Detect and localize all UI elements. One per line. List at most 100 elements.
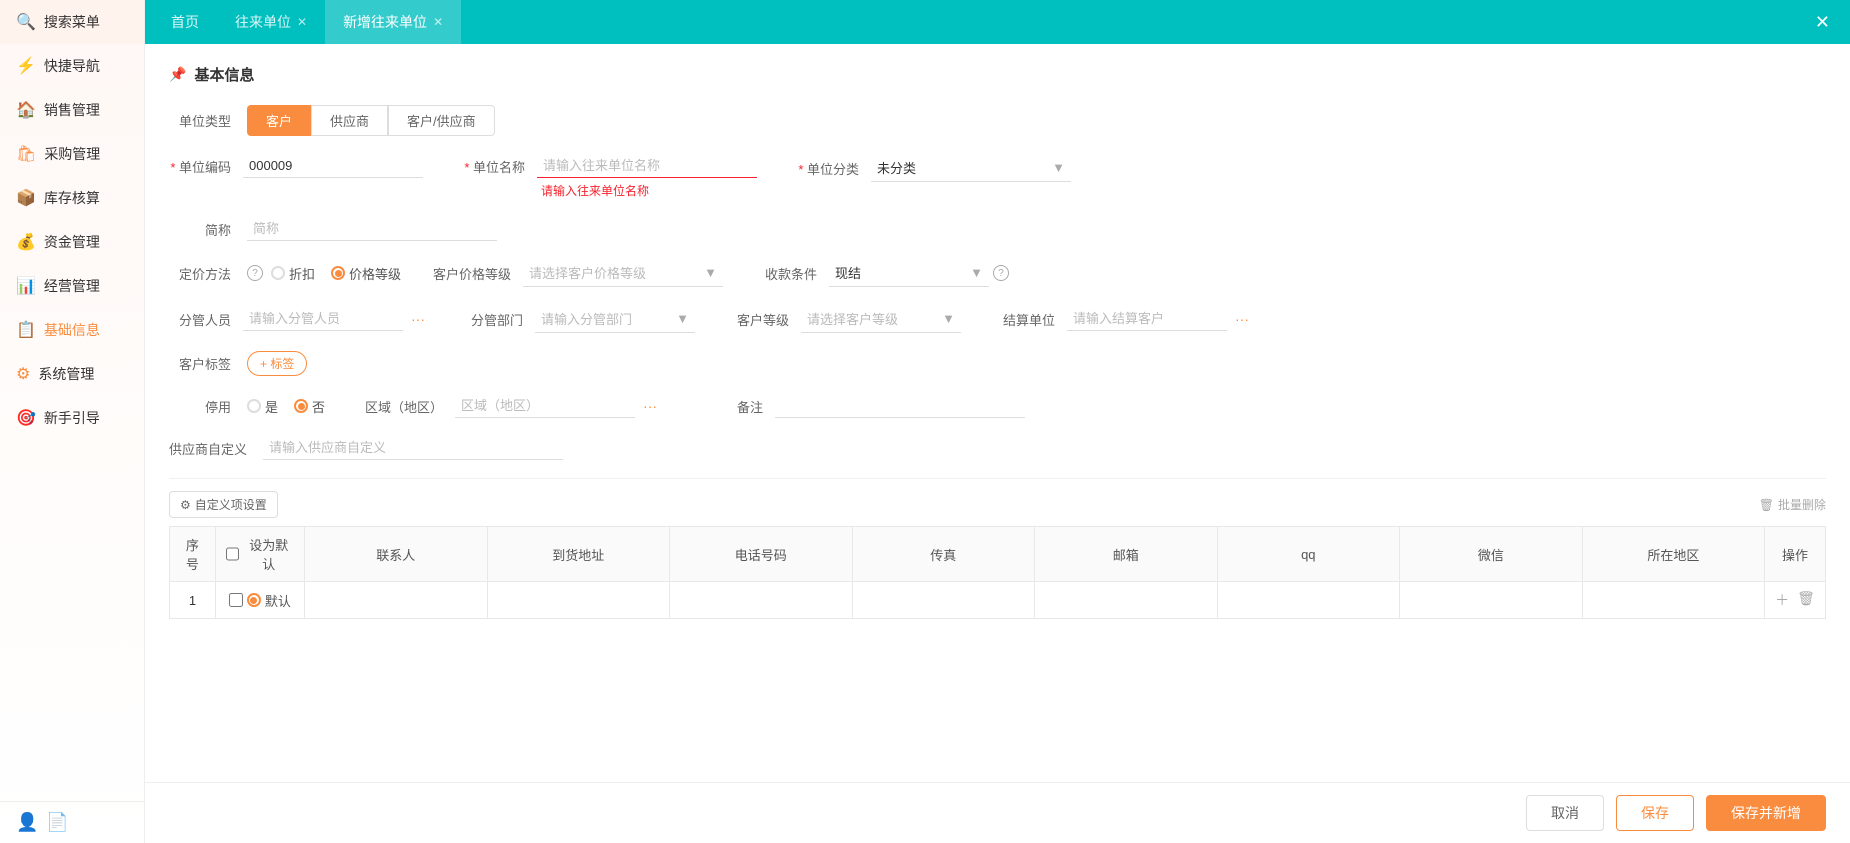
payment-terms-select[interactable]: 现结 ▼ [829,259,989,287]
cell-region[interactable] [1582,582,1765,619]
sidebar-item-finance[interactable]: 💰 资金管理 [0,220,144,264]
sidebar-item-inventory[interactable]: 📦 库存核算 [0,176,144,220]
sidebar-item-system[interactable]: ⚙ 系统管理 [0,352,144,396]
supplier-custom-input[interactable] [263,436,563,460]
sidebar-item-purchase[interactable]: 🛍 采购管理 [0,132,144,176]
cell-email[interactable] [1035,582,1218,619]
cell-wechat[interactable] [1400,582,1583,619]
sidebar: 🔍 搜索菜单 ⚡ 快捷导航 🏠 销售管理 🛍 采购管理 📦 库存核算 💰 资金管… [0,0,145,843]
col-address: 到货地址 [487,527,670,582]
window-close-icon[interactable]: ✕ [1803,12,1842,33]
row-checkbox[interactable] [229,593,243,607]
unit-type-both[interactable]: 客户/供应商 [388,105,495,136]
tab-home[interactable]: 首页 [153,0,217,44]
batch-delete-button[interactable]: 🗑 批量删除 [1759,496,1826,513]
unit-type-customer[interactable]: 客户 [247,105,311,136]
fax-input[interactable] [863,593,1025,608]
price-level-select[interactable]: 请选择客户价格等级 ▼ [523,259,723,287]
tab-bar: 首页 往来单位 ✕ 新增往来单位 ✕ ✕ [145,0,1850,44]
unit-code-label: 单位编码 [169,157,239,176]
save-new-button[interactable]: 保存并新增 [1706,795,1826,831]
disabled-label: 停用 [169,397,239,416]
supervisor-label: 分管人员 [169,310,239,329]
section-title: 📌 基本信息 [169,64,1826,85]
default-radio[interactable]: 默认 [247,591,291,610]
tab-new-partner-close[interactable]: ✕ [433,15,443,29]
sidebar-item-operations[interactable]: 📊 经营管理 [0,264,144,308]
unit-name-input[interactable] [537,154,757,178]
col-contact: 联系人 [305,527,488,582]
unit-name-field: 单位名称 请输入往来单位名称 [463,154,757,199]
pricing-level-radio[interactable]: 价格等级 [331,264,401,283]
operations-icon: 📊 [16,276,36,296]
contact-input[interactable] [315,593,477,608]
add-tag-button[interactable]: + 标签 [247,351,307,376]
sales-icon: 🏠 [16,100,36,120]
sidebar-item-quicknav[interactable]: ⚡ 快捷导航 [0,44,144,88]
tab-partners[interactable]: 往来单位 ✕ [217,0,325,44]
customer-level-select[interactable]: 请选择客户等级 ▼ [801,305,961,333]
disabled-no-radio[interactable]: 否 [294,397,325,416]
cell-fax[interactable] [852,582,1035,619]
region-input[interactable] [455,394,635,418]
payment-help-icon[interactable]: ? [993,265,1009,281]
qq-input[interactable] [1228,593,1390,608]
col-wechat: 微信 [1400,527,1583,582]
department-label: 分管部门 [461,310,531,329]
level-radio-circle [331,266,345,280]
supervisor-field: 分管人员 ··· [169,307,429,331]
settlement-input[interactable] [1067,307,1227,331]
level-dropdown-icon: ▼ [942,311,955,326]
unit-category-label: 单位分类 [797,159,867,178]
supervisor-input[interactable] [243,307,403,331]
delete-row-icon[interactable]: 🗑 [1797,590,1815,610]
unit-category-select[interactable]: 未分类 ▼ [871,154,1071,182]
system-icon: ⚙ [16,364,30,384]
cell-address[interactable] [487,582,670,619]
tab-partners-close[interactable]: ✕ [297,15,307,29]
save-button[interactable]: 保存 [1616,795,1694,831]
pricing-help-icon[interactable]: ? [247,265,263,281]
cell-qq[interactable] [1217,582,1400,619]
region-more-icon[interactable]: ··· [639,398,661,414]
default-radio-circle [247,593,261,607]
unit-code-input[interactable] [243,154,423,178]
cell-default: 默认 [215,582,304,619]
sidebar-item-sales[interactable]: 🏠 销售管理 [0,88,144,132]
payment-terms-label: 收款条件 [755,264,825,283]
add-row-icon[interactable]: ＋ [1775,590,1789,610]
settlement-more-icon[interactable]: ··· [1231,311,1253,327]
department-field: 分管部门 请输入分管部门 ▼ [461,305,695,333]
sidebar-item-basic[interactable]: 📋 基础信息 [0,308,144,352]
phone-input[interactable] [680,593,842,608]
unit-type-buttons: 客户 供应商 客户/供应商 [247,105,495,136]
pricing-radio-group: 折扣 价格等级 [271,264,401,283]
abbr-input[interactable] [247,217,497,241]
unit-type-supplier[interactable]: 供应商 [311,105,388,136]
cell-phone[interactable] [670,582,853,619]
remarks-input[interactable] [775,394,1025,418]
email-input[interactable] [1045,593,1207,608]
tab-new-partner[interactable]: 新增往来单位 ✕ [325,0,461,44]
wechat-input[interactable] [1410,593,1572,608]
cell-contact[interactable] [305,582,488,619]
select-all-checkbox[interactable] [226,547,240,561]
col-qq: qq [1217,527,1400,582]
disabled-yes-radio[interactable]: 是 [247,397,278,416]
row-region-input[interactable] [1593,593,1755,608]
address-input[interactable] [498,593,660,608]
pricing-row: 定价方法 ? 折扣 价格等级 客户价格等级 请选择客户价格等级 [169,259,1826,287]
disabled-radio-group: 是 否 [247,397,325,416]
pricing-discount-radio[interactable]: 折扣 [271,264,315,283]
supervisor-more-icon[interactable]: ··· [407,311,429,327]
price-level-dropdown-icon: ▼ [704,265,717,280]
sidebar-item-search[interactable]: 🔍 搜索菜单 [0,0,144,44]
pricing-method-field: 定价方法 ? 折扣 价格等级 [169,264,401,283]
cancel-button[interactable]: 取消 [1526,795,1604,831]
payment-terms-dropdown-icon: ▼ [970,265,983,280]
sidebar-item-guide[interactable]: 🎯 新手引导 [0,396,144,440]
tag-label: 客户标签 [169,354,239,373]
department-select[interactable]: 请输入分管部门 ▼ [535,305,695,333]
unit-type-label: 单位类型 [169,111,239,130]
custom-settings-button[interactable]: ⚙ 自定义项设置 [169,491,278,518]
